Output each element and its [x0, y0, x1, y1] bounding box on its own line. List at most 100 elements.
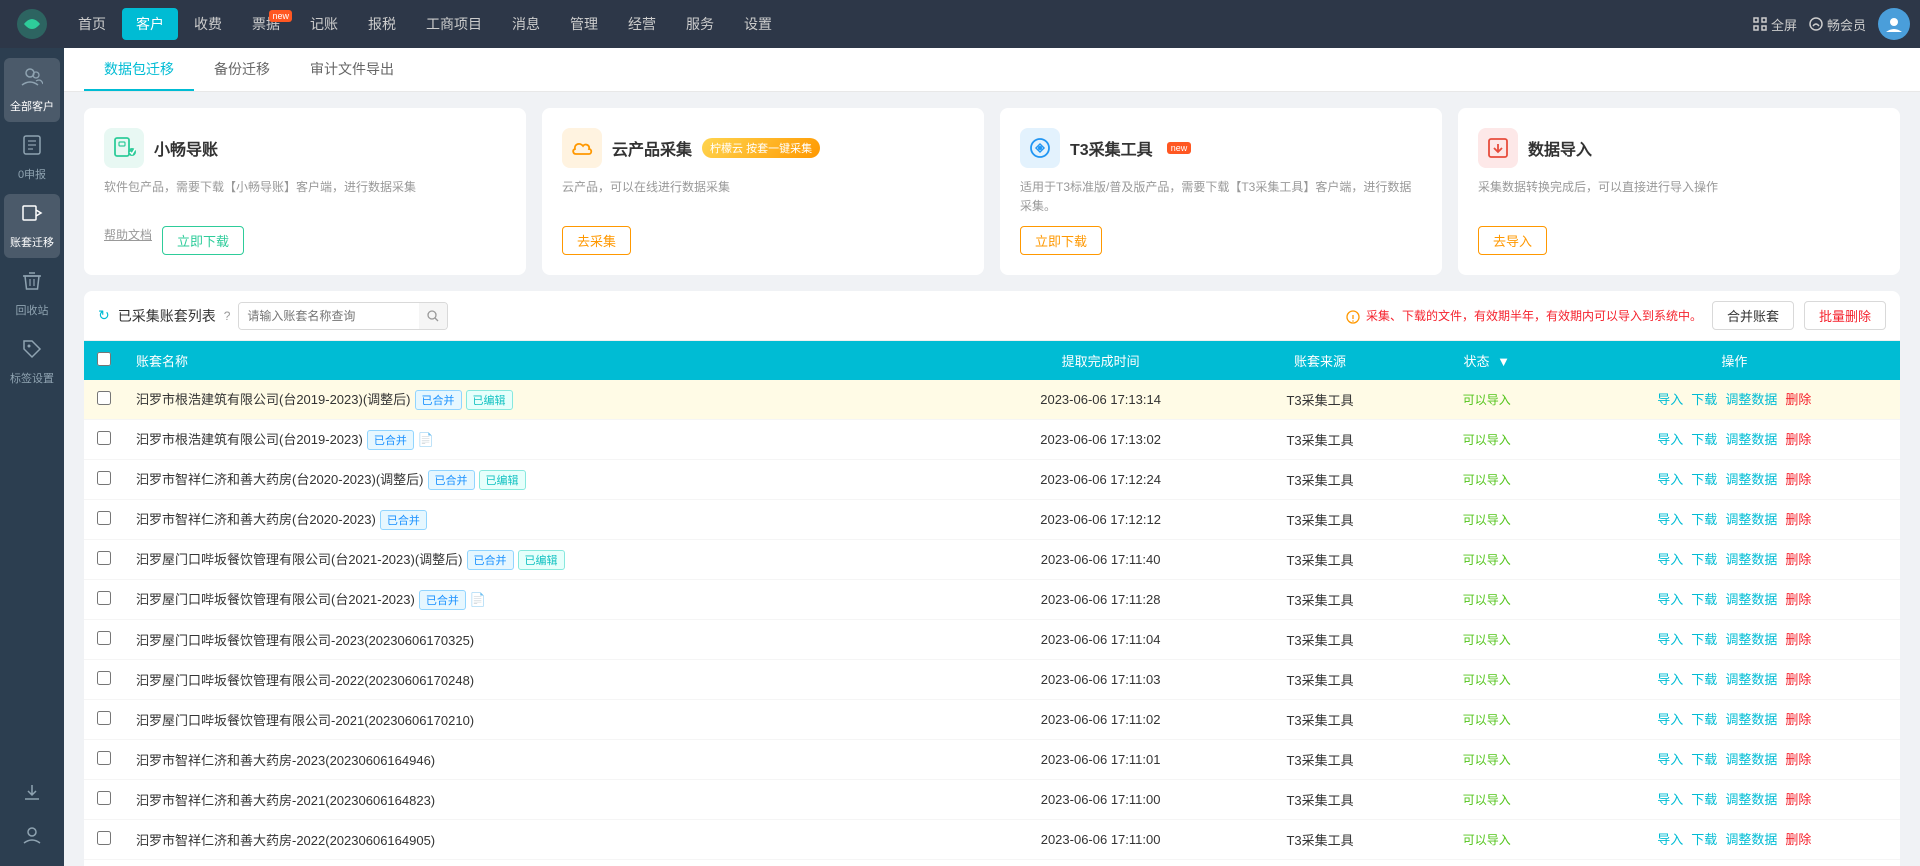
sidebar-user[interactable] [4, 817, 60, 856]
file-icon[interactable]: 📄 [418, 432, 434, 447]
row-action-调整数据[interactable]: 调整数据 [1725, 709, 1777, 728]
row-action-下载[interactable]: 下载 [1691, 789, 1717, 808]
status-filter-icon[interactable]: ▼ [1497, 354, 1510, 369]
row-checkbox[interactable] [97, 831, 111, 845]
row-checkbox[interactable] [97, 391, 111, 405]
nav-ticket[interactable]: 票据 new [238, 8, 294, 40]
nav-business[interactable]: 工商项目 [412, 8, 496, 40]
sidebar-download[interactable] [4, 774, 60, 813]
row-action-删除[interactable]: 删除 [1785, 709, 1811, 728]
nav-tax[interactable]: 报税 [354, 8, 410, 40]
row-action-调整数据[interactable]: 调整数据 [1725, 789, 1777, 808]
row-action-删除[interactable]: 删除 [1785, 389, 1811, 408]
row-action-下载[interactable]: 下载 [1691, 589, 1717, 608]
sidebar-item-zero-declaration[interactable]: 0申报 [4, 126, 60, 190]
row-action-导入[interactable]: 导入 [1657, 589, 1683, 608]
row-action-导入[interactable]: 导入 [1657, 549, 1683, 568]
row-action-导入[interactable]: 导入 [1657, 429, 1683, 448]
sidebar-item-recycle[interactable]: 回收站 [4, 262, 60, 326]
row-checkbox[interactable] [97, 631, 111, 645]
fullscreen-btn[interactable]: 全屏 [1753, 15, 1797, 34]
row-action-导入[interactable]: 导入 [1657, 669, 1683, 688]
row-action-导入[interactable]: 导入 [1657, 629, 1683, 648]
row-action-下载[interactable]: 下载 [1691, 709, 1717, 728]
refresh-icon[interactable]: ↻ [98, 307, 110, 324]
row-action-删除[interactable]: 删除 [1785, 549, 1811, 568]
sidebar-item-all-customers[interactable]: 全部客户 [4, 58, 60, 122]
row-action-导入[interactable]: 导入 [1657, 829, 1683, 848]
row-action-删除[interactable]: 删除 [1785, 469, 1811, 488]
row-action-下载[interactable]: 下载 [1691, 829, 1717, 848]
row-action-下载[interactable]: 下载 [1691, 749, 1717, 768]
row-action-删除[interactable]: 删除 [1785, 789, 1811, 808]
nav-home[interactable]: 首页 [64, 8, 120, 40]
row-action-导入[interactable]: 导入 [1657, 709, 1683, 728]
row-action-下载[interactable]: 下载 [1691, 629, 1717, 648]
row-action-下载[interactable]: 下载 [1691, 509, 1717, 528]
row-action-下载[interactable]: 下载 [1691, 549, 1717, 568]
row-action-调整数据[interactable]: 调整数据 [1725, 589, 1777, 608]
nav-settings[interactable]: 设置 [730, 8, 786, 40]
nav-fee[interactable]: 收费 [180, 8, 236, 40]
card-t3-download-btn[interactable]: 立即下载 [1020, 226, 1102, 255]
row-action-导入[interactable]: 导入 [1657, 749, 1683, 768]
row-action-删除[interactable]: 删除 [1785, 749, 1811, 768]
nav-service[interactable]: 服务 [672, 8, 728, 40]
row-action-导入[interactable]: 导入 [1657, 509, 1683, 528]
row-action-删除[interactable]: 删除 [1785, 589, 1811, 608]
nav-message[interactable]: 消息 [498, 8, 554, 40]
app-logo[interactable] [10, 2, 54, 46]
nav-manage[interactable]: 管理 [556, 8, 612, 40]
row-action-调整数据[interactable]: 调整数据 [1725, 749, 1777, 768]
row-action-删除[interactable]: 删除 [1785, 669, 1811, 688]
nav-bookkeeping[interactable]: 记账 [296, 8, 352, 40]
row-action-导入[interactable]: 导入 [1657, 469, 1683, 488]
select-all-checkbox[interactable] [97, 352, 111, 366]
row-action-下载[interactable]: 下载 [1691, 429, 1717, 448]
row-action-调整数据[interactable]: 调整数据 [1725, 509, 1777, 528]
row-checkbox[interactable] [97, 711, 111, 725]
tab-backup-migration[interactable]: 备份迁移 [194, 49, 290, 91]
row-action-删除[interactable]: 删除 [1785, 629, 1811, 648]
row-action-调整数据[interactable]: 调整数据 [1725, 429, 1777, 448]
nav-operation[interactable]: 经营 [614, 8, 670, 40]
row-action-下载[interactable]: 下载 [1691, 389, 1717, 408]
row-action-调整数据[interactable]: 调整数据 [1725, 629, 1777, 648]
row-checkbox[interactable] [97, 791, 111, 805]
row-action-导入[interactable]: 导入 [1657, 389, 1683, 408]
search-button[interactable] [419, 302, 447, 330]
row-action-删除[interactable]: 删除 [1785, 429, 1811, 448]
row-action-调整数据[interactable]: 调整数据 [1725, 549, 1777, 568]
row-action-调整数据[interactable]: 调整数据 [1725, 389, 1777, 408]
row-checkbox[interactable] [97, 671, 111, 685]
row-checkbox[interactable] [97, 511, 111, 525]
card-cloud-collect-btn[interactable]: 去采集 [562, 226, 631, 255]
row-action-下载[interactable]: 下载 [1691, 669, 1717, 688]
batch-delete-btn[interactable]: 批量删除 [1804, 301, 1886, 330]
member-btn[interactable]: 畅会员 [1809, 15, 1866, 34]
row-action-调整数据[interactable]: 调整数据 [1725, 669, 1777, 688]
row-action-删除[interactable]: 删除 [1785, 829, 1811, 848]
nav-customer[interactable]: 客户 [122, 8, 178, 40]
row-checkbox[interactable] [97, 551, 111, 565]
table-hint-icon[interactable]: ? [224, 309, 231, 323]
card-xiaochang-help-link[interactable]: 帮助文档 [104, 226, 152, 255]
sidebar-item-tags[interactable]: 标签设置 [4, 330, 60, 394]
file-icon[interactable]: 📄 [470, 592, 486, 607]
row-action-删除[interactable]: 删除 [1785, 509, 1811, 528]
row-action-调整数据[interactable]: 调整数据 [1725, 829, 1777, 848]
row-action-下载[interactable]: 下载 [1691, 469, 1717, 488]
row-checkbox[interactable] [97, 471, 111, 485]
card-import-go-btn[interactable]: 去导入 [1478, 226, 1547, 255]
card-xiaochang-download-btn[interactable]: 立即下载 [162, 226, 244, 255]
search-input[interactable] [239, 303, 419, 329]
tab-audit-export[interactable]: 审计文件导出 [290, 49, 414, 91]
sidebar-item-migration[interactable]: 账套迁移 [4, 194, 60, 258]
row-checkbox[interactable] [97, 591, 111, 605]
tab-data-migration[interactable]: 数据包迁移 [84, 49, 194, 91]
user-avatar[interactable] [1878, 8, 1910, 40]
row-action-调整数据[interactable]: 调整数据 [1725, 469, 1777, 488]
row-action-导入[interactable]: 导入 [1657, 789, 1683, 808]
row-checkbox[interactable] [97, 431, 111, 445]
row-checkbox[interactable] [97, 751, 111, 765]
